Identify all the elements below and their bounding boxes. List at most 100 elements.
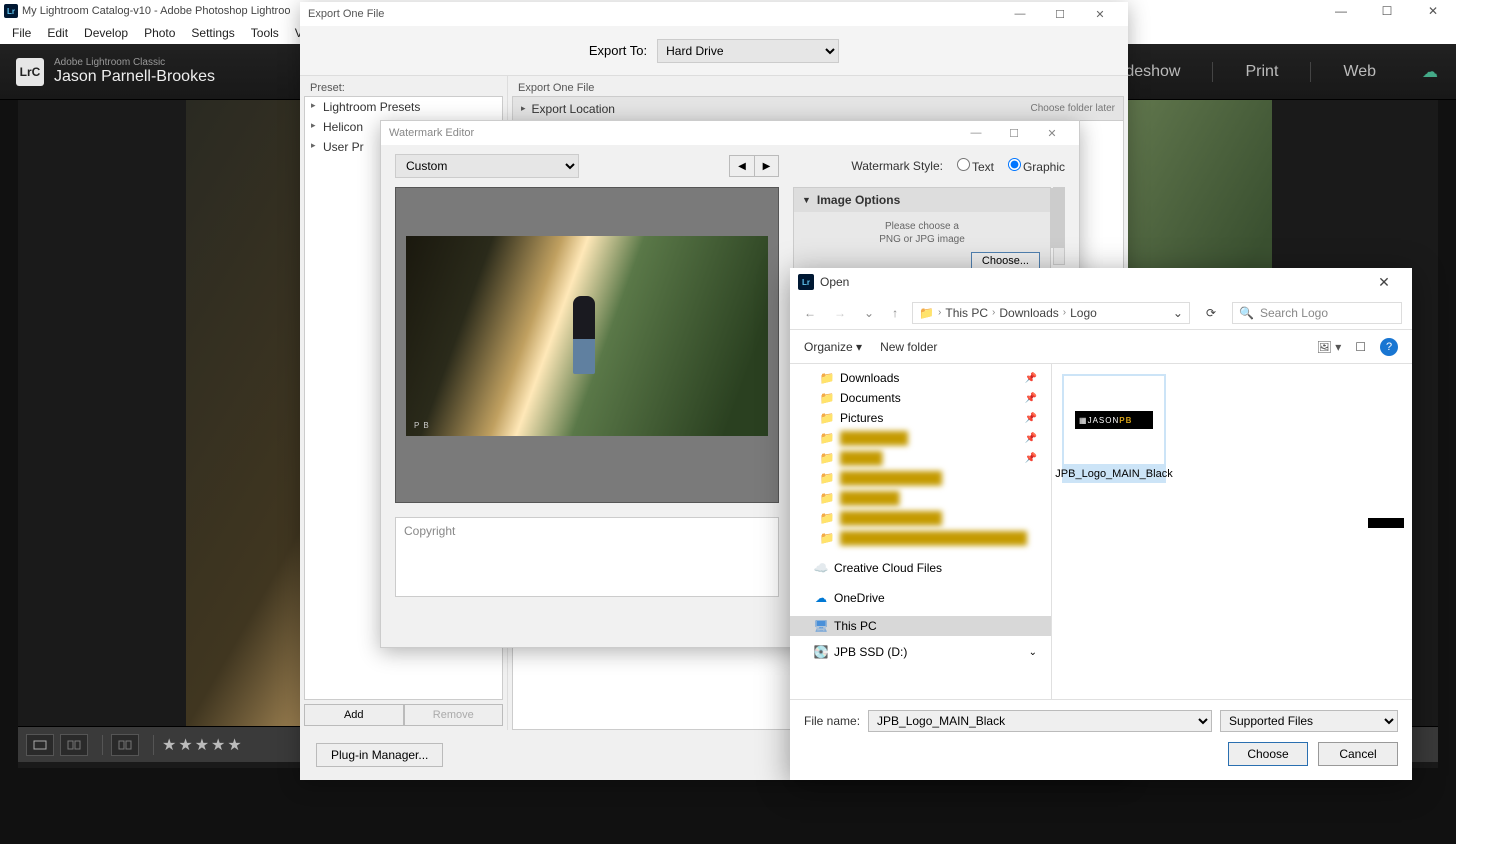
view-mode-button[interactable]: 🖼 ▾ [1317,340,1342,354]
pin-icon: 📌 [1025,373,1037,384]
filename-input[interactable]: JPB_Logo_MAIN_Black [868,710,1212,732]
search-box[interactable]: 🔍 Search Logo [1232,302,1402,324]
file-item-logo[interactable]: ▦JASONPB JPB_Logo_MAIN_Black [1062,374,1166,483]
chevron-down-icon[interactable]: ⌄ [1029,647,1037,658]
export-to-select[interactable]: Hard Drive [657,39,839,63]
survey-view-button[interactable] [111,734,139,756]
tree-creative-cloud[interactable]: ☁️Creative Cloud Files [790,558,1051,578]
prev-image-button[interactable]: ◀ [730,156,754,176]
watermark-preset-select[interactable]: Custom [395,154,579,178]
close-button[interactable]: ✕ [1410,0,1456,22]
watermark-minimize-button[interactable]: — [957,127,995,140]
pin-icon: 📌 [1025,433,1037,444]
module-web[interactable]: Web [1341,59,1378,85]
menu-photo[interactable]: Photo [138,24,181,42]
crumb-thispc[interactable]: This PC [945,306,988,320]
section-title: Export Location [532,102,615,116]
address-bar[interactable]: 📁 ›This PC ›Downloads ›Logo ⌄ [912,302,1190,324]
minimize-button[interactable]: — [1318,0,1364,22]
organize-menu[interactable]: Organize ▾ [804,340,862,354]
next-image-button[interactable]: ▶ [754,156,778,176]
section-export-location[interactable]: ▸ Export Location Choose folder later [513,97,1123,121]
open-footer: File name: JPB_Logo_MAIN_Black Supported… [790,699,1412,780]
crumb-logo[interactable]: Logo [1070,306,1097,320]
open-close-button[interactable]: ✕ [1364,274,1404,291]
plugin-manager-button[interactable]: Plug-in Manager... [316,743,443,767]
tree-downloads[interactable]: 📁Downloads📌 [790,368,1051,388]
watermark-close-button[interactable]: ✕ [1033,127,1071,140]
export-to-row: Export To: Hard Drive [300,26,1128,76]
preview-pane-button[interactable]: ☐ [1355,340,1366,354]
open-cancel-button[interactable]: Cancel [1318,742,1398,766]
cloud-sync-icon[interactable]: ☁ [1420,58,1440,86]
file-pane[interactable]: ▦JASONPB JPB_Logo_MAIN_Black [1052,364,1412,699]
module-print[interactable]: Print [1243,59,1280,85]
export-minimize-button[interactable]: — [1000,8,1040,21]
chevron-down-icon[interactable]: ⌄ [1173,306,1183,320]
brand-subtitle: Adobe Lightroom Classic [54,57,215,68]
tree-blur-2[interactable]: 📁█████📌 [790,448,1051,468]
crumb-downloads[interactable]: Downloads [999,306,1058,320]
copyright-textarea[interactable]: Copyright [395,517,779,597]
rating-stars[interactable]: ★★★★★ [162,735,244,755]
menu-develop[interactable]: Develop [78,24,134,42]
style-graphic-radio-label[interactable]: Graphic [1000,158,1065,174]
folder-tree[interactable]: 📁Downloads📌 📁Documents📌 📁Pictures📌 📁████… [790,364,1052,699]
tree-blur-6[interactable]: 📁██████████████████████ [790,528,1051,548]
image-options-header[interactable]: ▼ Image Options [794,188,1050,212]
preset-lightroom[interactable]: Lightroom Presets [305,97,502,117]
tree-blur-3[interactable]: 📁████████████ [790,468,1051,488]
image-options-title: Image Options [817,193,900,207]
preset-add-button[interactable]: Add [304,704,404,726]
watermark-overlay-text: PB [414,421,433,430]
folder-icon: 📁 [820,531,834,545]
settings-heading: Export One File [508,76,1128,96]
nav-back-button[interactable]: ← [800,306,820,320]
logo-preview: ▦JASONPB [1075,411,1153,429]
export-close-button[interactable]: ✕ [1080,8,1120,21]
tree-blur-5[interactable]: 📁████████████ [790,508,1051,528]
tree-blur-1[interactable]: 📁████████📌 [790,428,1051,448]
pc-icon: 🖥 [814,619,828,633]
help-icon[interactable]: ? [1380,338,1398,356]
menu-settings[interactable]: Settings [185,24,240,42]
watermark-scrollbar[interactable] [1053,187,1065,265]
nav-up-button[interactable]: ↑ [888,306,902,320]
nav-recent-button[interactable]: ⌄ [860,306,878,320]
style-text-radio-label[interactable]: Text [949,158,994,174]
preview-nav: ◀ ▶ [729,155,779,177]
onedrive-icon: ☁ [814,591,828,605]
tree-onedrive[interactable]: ☁OneDrive [790,588,1051,608]
tree-blur-4[interactable]: 📁███████ [790,488,1051,508]
folder-icon: 📁 [820,411,834,425]
folder-icon: 📁 [820,511,834,525]
watermark-style-group: Watermark Style: Text Graphic [851,158,1065,174]
new-folder-button[interactable]: New folder [880,340,937,354]
chevron-down-icon: ▼ [802,195,811,205]
folder-icon: 📁 [820,491,834,505]
tree-pictures[interactable]: 📁Pictures📌 [790,408,1051,428]
tree-drive-d[interactable]: 💽JPB SSD (D:)⌄ [790,642,1051,662]
folder-icon: 📁 [919,306,934,320]
open-choose-button[interactable]: Choose [1228,742,1308,766]
style-graphic-radio[interactable] [1008,158,1021,171]
maximize-button[interactable]: ☐ [1364,0,1410,22]
preset-remove-button[interactable]: Remove [404,704,504,726]
menu-file[interactable]: File [6,24,37,42]
nav-forward-button[interactable]: → [830,306,850,320]
tree-this-pc[interactable]: 🖥This PC [790,616,1051,636]
loupe-view-button[interactable] [26,734,54,756]
folder-icon: 📁 [820,431,834,445]
refresh-button[interactable]: ⟳ [1200,306,1222,320]
export-maximize-button[interactable]: ☐ [1040,8,1080,21]
menu-tools[interactable]: Tools [245,24,285,42]
search-icon: 🔍 [1239,306,1254,320]
filetype-select[interactable]: Supported Files [1220,710,1398,732]
menu-edit[interactable]: Edit [41,24,74,42]
file-label: JPB_Logo_MAIN_Black [1055,468,1172,481]
style-text-radio[interactable] [957,158,970,171]
section-summary: Choose folder later [1031,103,1116,114]
compare-view-button[interactable] [60,734,88,756]
tree-documents[interactable]: 📁Documents📌 [790,388,1051,408]
watermark-maximize-button[interactable]: ☐ [995,127,1033,140]
